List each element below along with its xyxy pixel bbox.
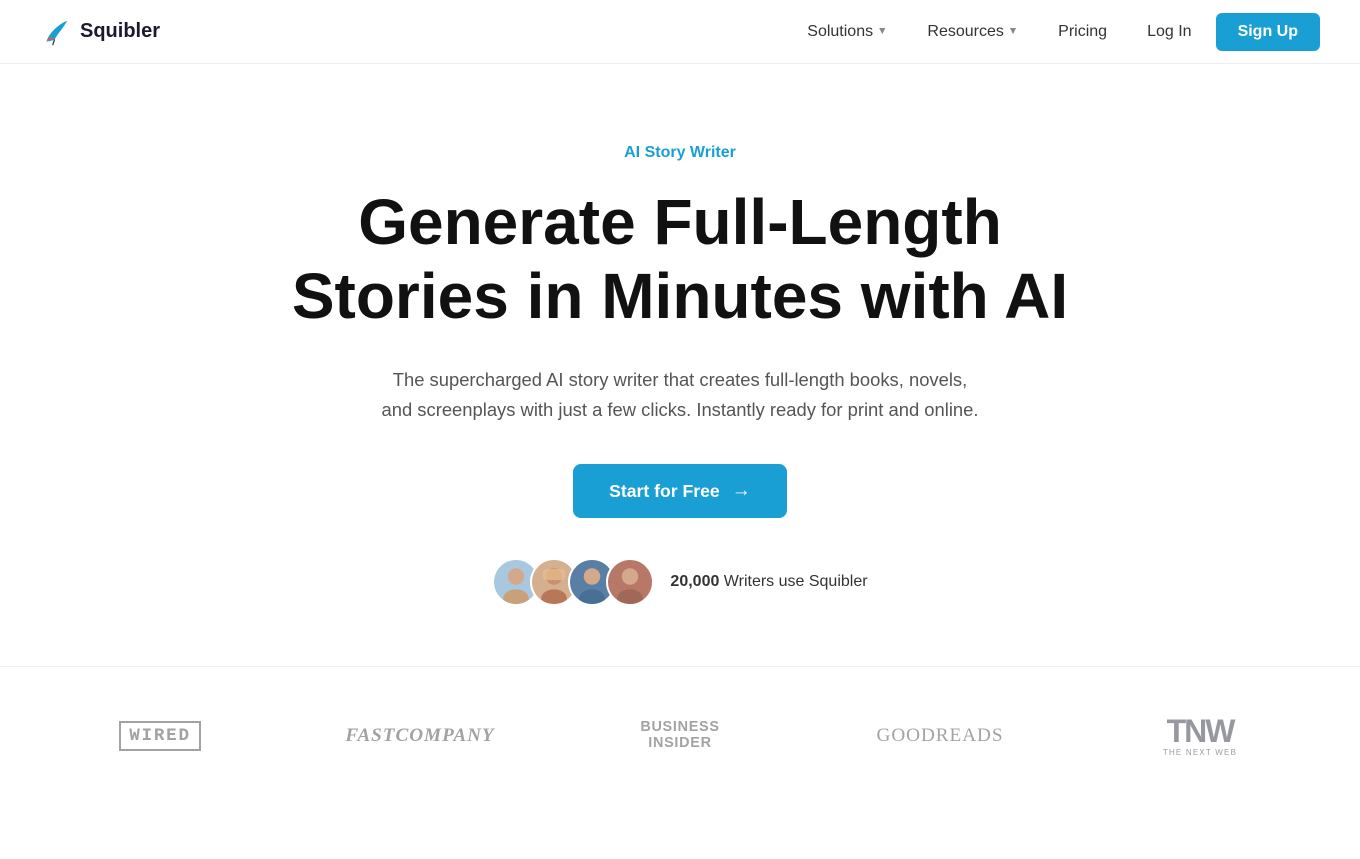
social-proof: 20,000 Writers use Squibler xyxy=(492,558,867,606)
logo-goodreads: goodreads xyxy=(820,725,1060,747)
logo-link[interactable]: Squibler xyxy=(40,16,160,48)
avatar xyxy=(606,558,654,606)
hero-tag: AI Story Writer xyxy=(624,144,736,162)
nav-pricing[interactable]: Pricing xyxy=(1042,15,1123,49)
social-proof-text: 20,000 Writers use Squibler xyxy=(670,573,867,591)
chevron-down-icon: ▼ xyxy=(877,26,887,37)
logo-fastcompany: FastCompany xyxy=(300,725,540,747)
chevron-down-icon: ▼ xyxy=(1008,26,1018,37)
logo-business-insider: BUSINESSINSIDER xyxy=(560,720,800,752)
hero-section: AI Story Writer Generate Full-Length Sto… xyxy=(0,64,1360,666)
logo-wired: WIRED xyxy=(40,721,280,751)
navbar: Squibler Solutions ▼ Resources ▼ Pricing… xyxy=(0,0,1360,64)
hero-title: Generate Full-Length Stories in Minutes … xyxy=(292,186,1068,333)
hero-subtitle: The supercharged AI story writer that cr… xyxy=(380,365,980,424)
avatar-stack xyxy=(492,558,654,606)
logos-section: WIRED FastCompany BUSINESSINSIDER goodre… xyxy=(0,666,1360,805)
logo-icon xyxy=(40,16,72,48)
logo-text: Squibler xyxy=(80,20,160,43)
logo-tnw: TNW THE NEXT WEB xyxy=(1080,715,1320,757)
nav-signup-button[interactable]: Sign Up xyxy=(1216,13,1320,51)
nav-resources[interactable]: Resources ▼ xyxy=(911,15,1034,49)
nav-links: Solutions ▼ Resources ▼ Pricing Log In S… xyxy=(791,13,1320,51)
arrow-icon: → xyxy=(732,480,751,502)
nav-solutions[interactable]: Solutions ▼ xyxy=(791,15,903,49)
hero-cta-button[interactable]: Start for Free → xyxy=(573,464,787,518)
nav-login-button[interactable]: Log In xyxy=(1131,15,1207,49)
